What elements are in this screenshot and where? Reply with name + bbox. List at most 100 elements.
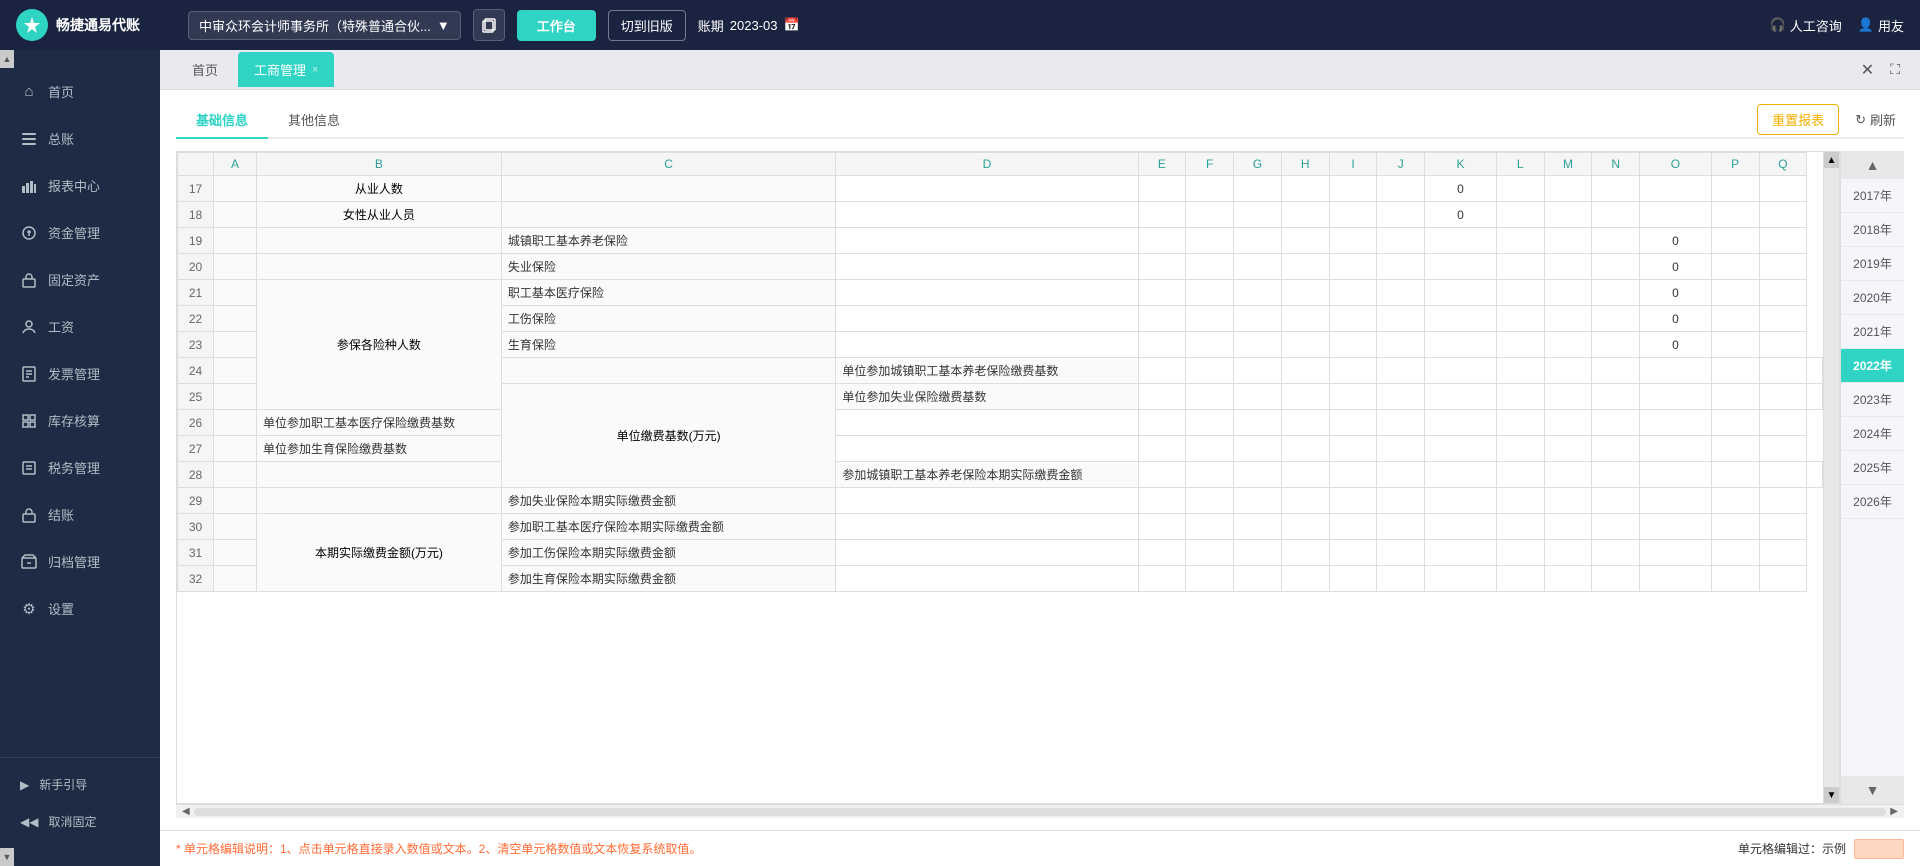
cell-m[interactable] — [1544, 202, 1592, 228]
cell-k[interactable] — [1425, 436, 1497, 462]
cell-i[interactable] — [1329, 410, 1377, 436]
cell-c[interactable]: 生育保险 — [501, 332, 835, 358]
cell-k[interactable] — [1496, 384, 1544, 410]
cell-n[interactable] — [1592, 202, 1640, 228]
cell-l[interactable] — [1544, 462, 1592, 488]
cell-h[interactable] — [1329, 358, 1377, 384]
year-item[interactable]: 2019年 — [1841, 247, 1904, 281]
cell-b[interactable] — [257, 254, 502, 280]
cell-m[interactable] — [1544, 306, 1592, 332]
cell-g[interactable] — [1234, 566, 1282, 592]
cell-q[interactable] — [1759, 176, 1807, 202]
cell-o[interactable] — [1640, 488, 1712, 514]
cell-q[interactable] — [1759, 254, 1807, 280]
cell-b[interactable]: 女性从业人员 — [257, 202, 502, 228]
workbench-button[interactable]: 工作台 — [517, 10, 596, 41]
cell-q[interactable] — [1759, 540, 1807, 566]
cell-e[interactable] — [1138, 202, 1186, 228]
cell-d[interactable] — [836, 176, 1138, 202]
year-item[interactable]: 2020年 — [1841, 281, 1904, 315]
cell-f[interactable] — [1186, 540, 1234, 566]
cell-m[interactable] — [1544, 488, 1592, 514]
year-item[interactable]: 2022年 — [1841, 349, 1904, 383]
cell-e[interactable] — [1138, 332, 1186, 358]
cell-n[interactable] — [1592, 280, 1640, 306]
cell-c[interactable]: 单位参加职工基本医疗保险缴费基数 — [257, 410, 502, 436]
cell-c[interactable]: 职工基本医疗保险 — [501, 280, 835, 306]
cell-f[interactable] — [1186, 514, 1234, 540]
cell-g[interactable] — [1234, 176, 1282, 202]
cell-p[interactable] — [1711, 566, 1759, 592]
cell-n[interactable] — [1592, 254, 1640, 280]
cell-k[interactable] — [1425, 332, 1497, 358]
cell-i[interactable] — [1377, 358, 1425, 384]
cell-a[interactable] — [214, 436, 257, 462]
cell-k[interactable] — [1425, 540, 1497, 566]
cell-e[interactable] — [1138, 488, 1186, 514]
cell-n[interactable] — [1592, 332, 1640, 358]
cell-c[interactable]: 单位参加生育保险缴费基数 — [257, 436, 502, 462]
cell-c[interactable]: 失业保险 — [501, 254, 835, 280]
company-copy-button[interactable] — [473, 9, 505, 41]
old-version-button[interactable]: 切到旧版 — [608, 10, 686, 41]
sidebar-item-payroll[interactable]: 工资 — [0, 303, 160, 350]
cell-k[interactable]: 0 — [1425, 176, 1497, 202]
cell-k[interactable] — [1425, 306, 1497, 332]
cell-a[interactable] — [214, 462, 257, 488]
cell-d[interactable] — [836, 306, 1138, 332]
cell-k[interactable] — [1425, 410, 1497, 436]
cell-h[interactable] — [1281, 410, 1329, 436]
cell-h[interactable] — [1281, 540, 1329, 566]
cell-h[interactable] — [1281, 176, 1329, 202]
cell-f[interactable] — [1186, 566, 1234, 592]
cell-c[interactable]: 参加城镇职工基本养老保险本期实际缴费金额 — [836, 462, 1138, 488]
cell-e[interactable] — [1138, 254, 1186, 280]
cell-d[interactable] — [836, 488, 1138, 514]
cell-d[interactable] — [836, 514, 1138, 540]
vertical-scrollbar[interactable]: ▲ ▼ — [1823, 152, 1839, 803]
reset-report-button[interactable]: 重置报表 — [1757, 104, 1839, 135]
cell-g[interactable] — [1281, 384, 1329, 410]
cell-c[interactable]: 参加职工基本医疗保险本期实际缴费金额 — [501, 514, 835, 540]
cell-h[interactable] — [1281, 488, 1329, 514]
cell-g[interactable] — [1281, 462, 1329, 488]
cell-b[interactable]: 从业人数 — [257, 176, 502, 202]
sidebar-guide-item[interactable]: ▶ 新手引导 — [0, 766, 160, 803]
cell-l[interactable] — [1496, 306, 1544, 332]
cell-c[interactable]: 单位参加城镇职工基本养老保险缴费基数 — [836, 358, 1138, 384]
cell-e[interactable] — [1138, 306, 1186, 332]
cell-a[interactable] — [214, 332, 257, 358]
cell-p[interactable] — [1711, 254, 1759, 280]
cell-d[interactable] — [836, 228, 1138, 254]
cell-j[interactable] — [1377, 410, 1425, 436]
cell-a[interactable] — [214, 176, 257, 202]
cell-i[interactable] — [1329, 540, 1377, 566]
cell-b[interactable] — [257, 462, 502, 488]
cell-j[interactable] — [1377, 306, 1425, 332]
year-item[interactable]: 2018年 — [1841, 213, 1904, 247]
cell-d[interactable] — [1138, 462, 1186, 488]
cell-d[interactable] — [836, 332, 1138, 358]
cell-q[interactable] — [1807, 462, 1823, 488]
cell-g[interactable] — [1234, 436, 1282, 462]
cell-l[interactable] — [1544, 384, 1592, 410]
cell-q[interactable] — [1807, 384, 1823, 410]
scroll-track[interactable] — [1824, 168, 1839, 787]
cell-a[interactable] — [214, 514, 257, 540]
cell-p[interactable] — [1711, 228, 1759, 254]
cell-e[interactable] — [1186, 462, 1234, 488]
cell-n[interactable] — [1592, 176, 1640, 202]
cell-o[interactable] — [1640, 436, 1712, 462]
cell-a[interactable] — [214, 384, 257, 410]
sidebar-item-tax[interactable]: 税务管理 — [0, 444, 160, 491]
cell-p[interactable] — [1759, 462, 1807, 488]
cell-n[interactable] — [1592, 488, 1640, 514]
sidebar-item-ledger[interactable]: 总账 — [0, 115, 160, 162]
cell-p[interactable] — [1759, 358, 1807, 384]
cell-l[interactable] — [1496, 488, 1544, 514]
cell-p[interactable] — [1711, 176, 1759, 202]
cell-f[interactable] — [1186, 410, 1234, 436]
cell-e[interactable] — [1138, 540, 1186, 566]
cell-i[interactable] — [1329, 332, 1377, 358]
cell-j[interactable] — [1425, 384, 1497, 410]
